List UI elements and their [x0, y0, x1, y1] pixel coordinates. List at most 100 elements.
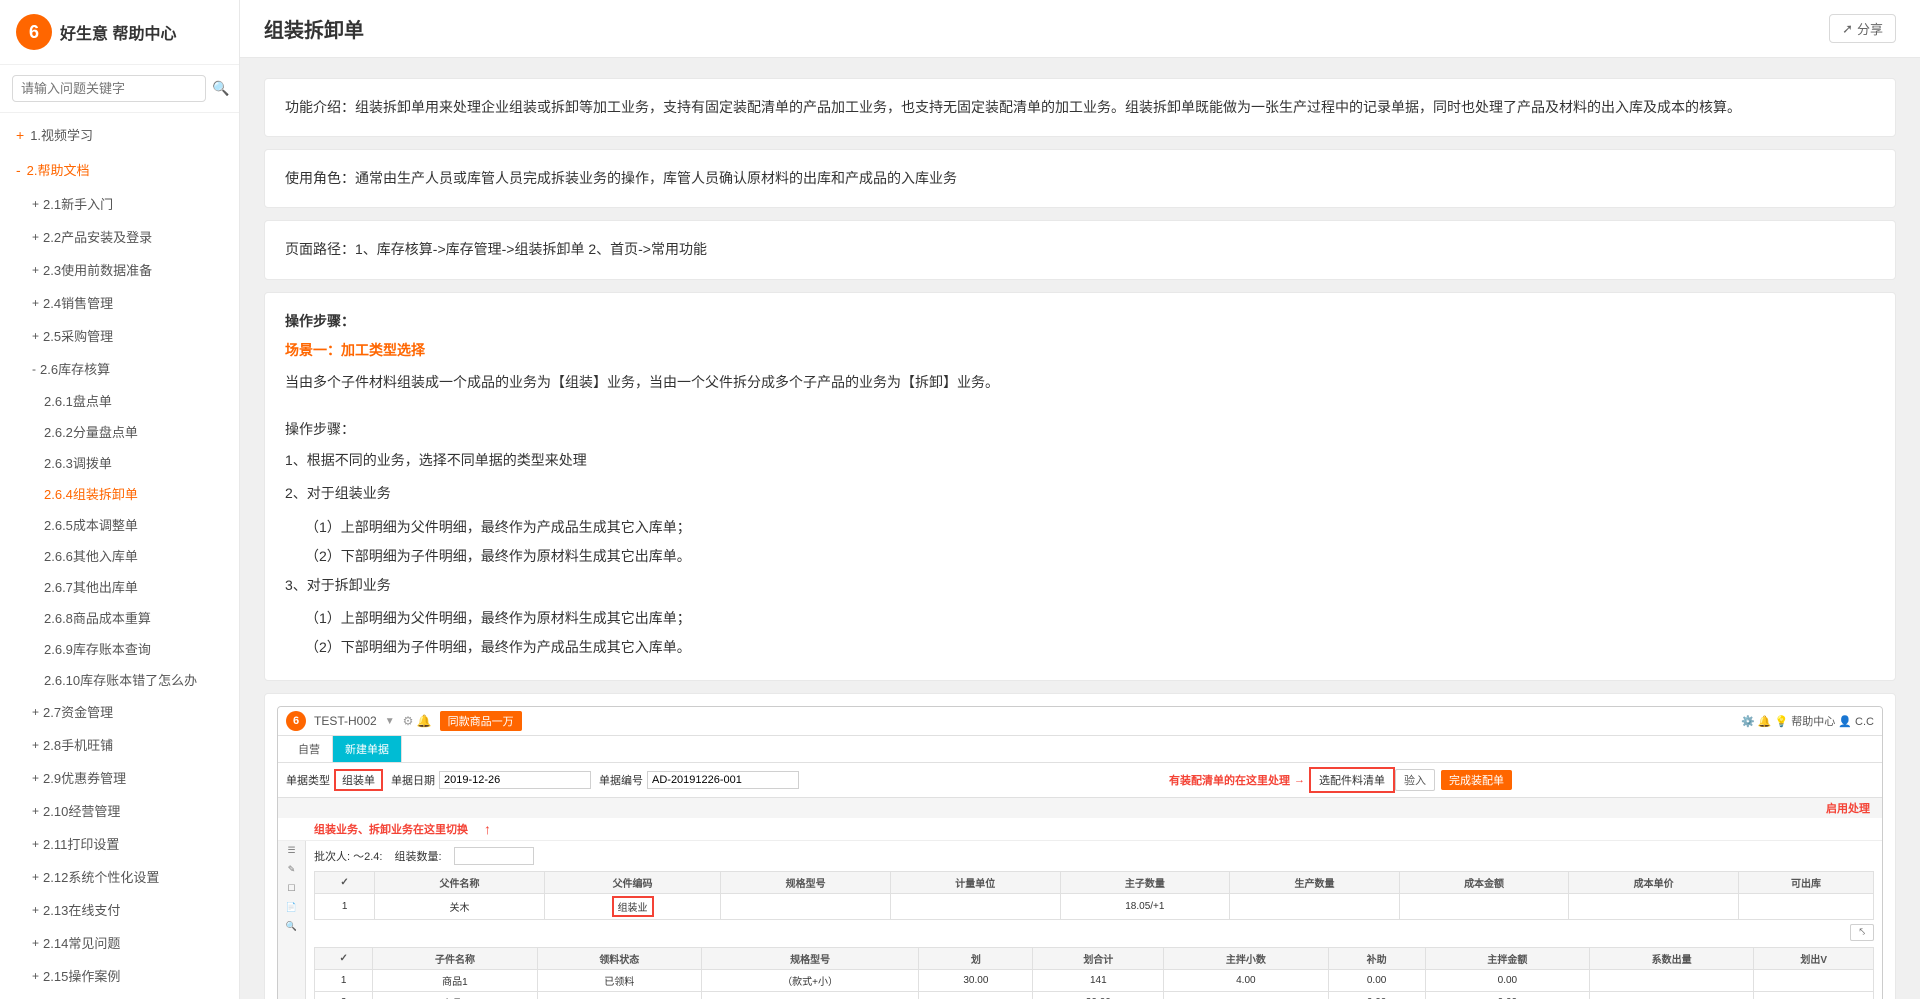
- expand-icon: +: [32, 263, 39, 277]
- sidebar-item-other-out[interactable]: 2.6.7其他出库单: [0, 571, 239, 602]
- sidebar-item-purchase[interactable]: + 2.5采购管理: [0, 319, 239, 352]
- sidebar-item-label: 1.视频学习: [30, 125, 93, 144]
- lower-th-col7: 补助: [1328, 948, 1425, 970]
- search-area: 🔍: [0, 65, 239, 113]
- sidebar-item-inventory-error[interactable]: 2.6.10库存账本错了怎么办: [0, 664, 239, 695]
- sidebar-item-coupon[interactable]: + 2.9优惠券管理: [0, 761, 239, 794]
- lower-th-status: 领料状态: [537, 948, 701, 970]
- sidebar-item-help-docs[interactable]: - 2.帮助文档: [0, 152, 239, 187]
- path-block: 页面路径：1、库存核算->库存管理->组装拆卸单 2、首页->常用功能: [264, 220, 1896, 279]
- expand-icon: +: [32, 903, 39, 917]
- sidebar-item-cases[interactable]: + 2.15操作案例: [0, 959, 239, 992]
- intro-text: 功能介绍：组装拆卸单用来处理企业组装或拆卸等加工业务，支持有固定装配清单的产品加…: [285, 95, 1875, 120]
- sidebar-item-mobile[interactable]: + 2.8手机旺铺: [0, 728, 239, 761]
- upper-td-code: 组装业: [544, 894, 721, 920]
- upper-td-stock: [1738, 894, 1873, 920]
- mock-icons1: ⚙ 🔔: [403, 714, 432, 728]
- expand-icon: +: [32, 837, 39, 851]
- lower-table-controls: ⤣: [314, 924, 1874, 941]
- nav-icon-5: 🔍: [286, 921, 297, 932]
- sidebar-item-inventory-query[interactable]: 2.6.9库存账本查询: [0, 633, 239, 664]
- mock-complete-btn[interactable]: 完成装配单: [1441, 770, 1512, 790]
- upper-th-parent-name: 父件名称: [375, 872, 545, 894]
- mock-body: ☰ ✎ ☐ 📄 🔍 批次人: 〜2.4: 组装数量:: [278, 841, 1882, 999]
- mock-bom-btn[interactable]: 选配件料清单: [1309, 767, 1395, 793]
- mock-tab-new[interactable]: 新建单据: [333, 736, 402, 762]
- assembly-note-arrow: ↑: [484, 821, 491, 837]
- mock-type-value[interactable]: 组装单: [334, 769, 383, 791]
- upper-th-unit-cost: 成本单价: [1569, 872, 1739, 894]
- sidebar-item-partial-stocktake[interactable]: 2.6.2分量盘点单: [0, 416, 239, 447]
- mock-number-input[interactable]: [647, 771, 799, 789]
- expand-icon: +: [16, 127, 24, 143]
- lower-table-container: ⤣ ✓ 子件名称 领料状态 规格型号: [314, 924, 1874, 999]
- assembly-note-text: 组装业务、拆卸业务在这里切换: [314, 821, 468, 837]
- sidebar-item-cost-recalc[interactable]: 2.6.8商品成本重算: [0, 602, 239, 633]
- step-2-2: （2）下部明细为子件明细，最终作为原材料生成其它出库单。: [285, 544, 1875, 569]
- sidebar: 6 好生意 帮助中心 🔍 + 1.视频学习 - 2.帮助文档 + 2.1新手入门…: [0, 0, 240, 999]
- mock-number-field: 单据编号: [599, 771, 799, 789]
- nav-icon-3: ☐: [287, 883, 295, 894]
- mock-qty-input[interactable]: [454, 847, 534, 865]
- search-icon[interactable]: 🔍: [212, 80, 229, 97]
- sidebar-item-stocktake[interactable]: 2.6.1盘点单: [0, 385, 239, 416]
- scenario-title: 场景一：加工类型选择: [285, 340, 1875, 360]
- expand-icon: +: [32, 771, 39, 785]
- mock-info-qty2: 组装数量:: [394, 848, 441, 864]
- mock-tabs: 自营 新建单据: [278, 736, 1882, 763]
- upper-th-unit: 计量单位: [890, 872, 1060, 894]
- sidebar-item-assembly[interactable]: 2.6.4组装拆卸单: [0, 478, 239, 509]
- search-input[interactable]: [12, 75, 206, 102]
- expand-table-btn[interactable]: ⤣: [1850, 924, 1874, 941]
- mock-application: 6 TEST-H002 ▼ ⚙ 🔔 同款商品一万 ⚙️ 🔔 💡 帮助中心 👤 C…: [277, 706, 1883, 999]
- mock-verify-btn[interactable]: 验入: [1395, 769, 1435, 791]
- lower-th-col5: 划合计: [1033, 948, 1164, 970]
- mock-top-right: ⚙️ 🔔 💡 帮助中心 👤 C.C: [1741, 713, 1874, 729]
- lower-th-col6: 主拌小数: [1164, 948, 1328, 970]
- lower-th-col10: 划出V: [1754, 948, 1874, 970]
- lower-th-check: ✓: [315, 948, 373, 970]
- sidebar-item-finance[interactable]: + 2.7资金管理: [0, 695, 239, 728]
- sidebar-item-beginner[interactable]: + 2.1新手入门: [0, 187, 239, 220]
- mock-type-switch-row: 组装业务、拆卸业务在这里切换 ↑: [278, 818, 1882, 841]
- upper-table-row: 1 关木 组装业 18.05/+1: [315, 894, 1874, 920]
- steps-section: 操作步骤： 场景一：加工类型选择 当由多个子件材料组装成一个成品的业务为【组装】…: [264, 292, 1896, 682]
- expand-icon: +: [32, 230, 39, 244]
- sidebar-item-install[interactable]: + 2.2产品安装及登录: [0, 220, 239, 253]
- upper-table: ✓ 父件名称 父件编码 规格型号 计量单位 主子数量 生产数量 成本金额 成本单: [314, 871, 1874, 920]
- role-text: 使用角色：通常由生产人员或库管人员完成拆装业务的操作，库管人员确认原材料的出库和…: [285, 166, 1875, 191]
- mock-logo: 6: [286, 711, 306, 731]
- sidebar-item-data-prep[interactable]: + 2.3使用前数据准备: [0, 253, 239, 286]
- expand-icon: +: [32, 738, 39, 752]
- sidebar-item-sales[interactable]: + 2.4销售管理: [0, 286, 239, 319]
- sidebar-item-faq[interactable]: + 2.14常见问题: [0, 926, 239, 959]
- role-block: 使用角色：通常由生产人员或库管人员完成拆装业务的操作，库管人员确认原材料的出库和…: [264, 149, 1896, 208]
- mock-date-input[interactable]: [439, 771, 591, 789]
- mock-date-label: 单据日期: [391, 772, 435, 788]
- sidebar-item-transfer[interactable]: 2.6.3调拨单: [0, 447, 239, 478]
- sidebar-item-video[interactable]: + 1.视频学习: [0, 117, 239, 152]
- collapse-icon: -: [32, 362, 36, 376]
- mock-number-label: 单据编号: [599, 772, 643, 788]
- sidebar-item-other-in[interactable]: 2.6.6其他入库单: [0, 540, 239, 571]
- mock-process-annotation: 启用处理: [278, 798, 1882, 818]
- main-content: 功能介绍：组装拆卸单用来处理企业组装或拆卸等加工业务，支持有固定装配清单的产品加…: [240, 58, 1920, 999]
- nav-icon-1: ☰: [287, 845, 295, 856]
- lower-table-row: 2 商品2 30.00 0.00 0.00: [315, 992, 1874, 999]
- sidebar-item-online-pay[interactable]: + 2.13在线支付: [0, 893, 239, 926]
- mock-tab-self[interactable]: 自营: [286, 736, 333, 762]
- mock-topbtn[interactable]: 同款商品一万: [440, 711, 522, 731]
- step-2-1: （1）上部明细为父件明细，最终作为产成品生成其它入库单；: [285, 515, 1875, 540]
- sidebar-item-inventory[interactable]: - 2.6库存核算: [0, 352, 239, 385]
- expand-icon: +: [32, 197, 39, 211]
- sidebar-item-print[interactable]: + 2.11打印设置: [0, 827, 239, 860]
- sidebar-item-cost-adj[interactable]: 2.6.5成本调整单: [0, 509, 239, 540]
- expand-icon: +: [32, 804, 39, 818]
- sidebar-item-customize[interactable]: + 2.12系统个性化设置: [0, 860, 239, 893]
- share-button[interactable]: ➚ 分享: [1829, 14, 1896, 43]
- mock-toolbar: 单据类型 组装单 单据日期 单据编号 有装: [278, 763, 1882, 798]
- upper-td-qty2: [1230, 894, 1400, 920]
- upper-td-qty1: 18.05/+1: [1060, 894, 1230, 920]
- upper-td-name: 关木: [375, 894, 545, 920]
- sidebar-item-management[interactable]: + 2.10经营管理: [0, 794, 239, 827]
